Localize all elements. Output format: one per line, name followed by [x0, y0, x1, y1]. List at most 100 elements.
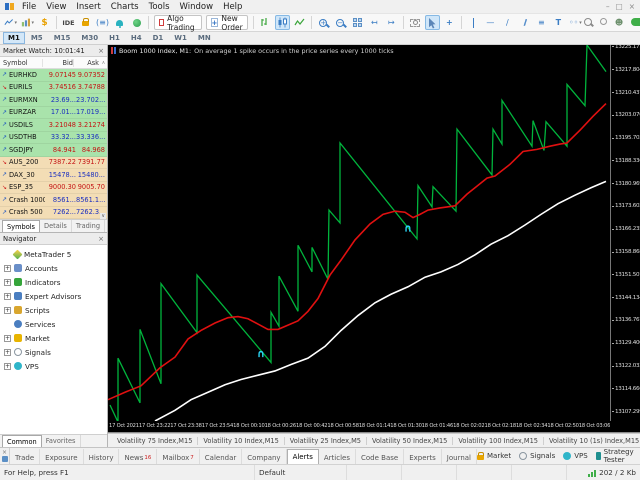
toolbox-tab[interactable]: Trade — [10, 449, 41, 464]
help-button[interactable] — [599, 18, 607, 27]
menu-item[interactable]: Window — [175, 2, 219, 12]
new-order-button[interactable]: + New Order — [205, 14, 248, 32]
market-watch-row[interactable]: ↗ EURZAR 17.01... 17.019... — [0, 106, 107, 119]
vertical-line-tool-button[interactable] — [466, 15, 481, 30]
expand-box-icon[interactable]: + — [4, 362, 11, 370]
toolbox-tab[interactable]: Code Base — [356, 449, 405, 464]
account-button[interactable]: ☻ — [615, 18, 623, 27]
window-control-icon[interactable]: □ — [616, 2, 623, 11]
toolbox-right-button[interactable]: Signals — [519, 452, 555, 460]
market-watch-tab[interactable]: Symbols — [2, 220, 40, 232]
window-control-icon[interactable]: – — [606, 2, 610, 11]
timeframe-button[interactable]: M30 — [76, 32, 103, 44]
market-watch-row[interactable]: ↗ Crash 1000 I... 8561... 8561.1... — [0, 194, 107, 207]
navigator-item[interactable]: + Scripts — [0, 303, 107, 317]
expand-box-icon[interactable]: + — [4, 306, 11, 314]
scroll-down-icon[interactable]: ∨ — [100, 213, 106, 219]
toolbox-right-button[interactable]: VPS — [563, 452, 588, 460]
expand-box-icon[interactable]: + — [4, 348, 11, 356]
close-icon[interactable]: × — [98, 47, 104, 55]
column-ask[interactable]: Ask — [73, 58, 100, 67]
market-watch-row[interactable]: ↘ AUS_200 7387.22 7391.77 — [0, 156, 107, 169]
connection-button[interactable]: (≡) — [95, 15, 110, 30]
line-chart-mode-button[interactable] — [292, 15, 307, 30]
market-lock-button[interactable] — [78, 15, 93, 30]
screenshot-button[interactable] — [408, 15, 423, 30]
horizontal-line-tool-button[interactable]: — — [483, 15, 498, 30]
expand-box-icon[interactable]: + — [4, 292, 11, 300]
market-watch-tab[interactable]: Trading — [72, 220, 106, 232]
close-icon[interactable]: × — [98, 235, 104, 243]
column-symbol[interactable]: Symbol — [0, 59, 42, 67]
column-bid[interactable]: Bid — [42, 58, 73, 67]
search-button[interactable] — [583, 17, 592, 28]
toolbox-tab[interactable]: Experts — [404, 449, 442, 464]
bar-chart-mode-button[interactable] — [258, 15, 273, 30]
navigator-item[interactable]: + Accounts — [0, 261, 107, 275]
status-profile[interactable]: Default — [254, 465, 346, 480]
time-axis[interactable]: 17 Oct 2021 17 Oct 23:22 17 Oct 23:38 17 Oc… — [108, 420, 610, 432]
scroll-up-icon[interactable]: ∧ — [100, 60, 107, 66]
menu-item[interactable]: File — [17, 2, 41, 12]
toolbox-tab[interactable]: Articles — [319, 449, 356, 464]
market-watch-row[interactable]: ↗ USDTHB 33.32... 33.336... — [0, 131, 107, 144]
connection-toggle[interactable] — [631, 17, 640, 28]
crosshair-tool-button[interactable]: + — [442, 15, 457, 30]
expand-box-icon[interactable]: + — [4, 264, 11, 272]
market-watch-row[interactable]: ↘ ESP_35 9000.30 9005.70 — [0, 181, 107, 194]
timeframe-button[interactable]: W1 — [169, 32, 192, 44]
timeframe-button[interactable]: MN — [193, 32, 216, 44]
navigator-item[interactable]: + VPS — [0, 359, 107, 373]
chart-plot-area[interactable]: Boom 1000 Index, M1: On average 1 spike … — [108, 44, 640, 433]
menu-item[interactable]: Insert — [71, 2, 105, 12]
market-watch-row[interactable]: ↗ EURMXN 23.69... 23.702... — [0, 94, 107, 107]
market-watch-row[interactable]: ↗ USDILS 3.21048 3.21274 — [0, 119, 107, 132]
navigator-item[interactable]: Services — [0, 317, 107, 331]
chart-tab[interactable]: Volatility 50 Index,M15 — [367, 436, 454, 445]
ide-button[interactable]: IDE — [61, 15, 76, 30]
community-button[interactable] — [129, 15, 144, 30]
expand-box-icon[interactable]: + — [4, 278, 11, 286]
chart-tab[interactable]: Volatility 100 Index,M15 — [453, 436, 544, 445]
price-axis[interactable]: 13225.1710 13217.8040 13210.4370 13203.0700… — [610, 44, 640, 421]
zoom-in-button[interactable]: + — [316, 15, 331, 30]
shapes-tool-button[interactable]: ◦◦ ▾ — [568, 15, 583, 30]
timeframe-button[interactable]: H4 — [126, 32, 147, 44]
chart-tab[interactable]: Volatility 25 Index,M5 — [285, 436, 367, 445]
zoom-out-button[interactable]: − — [333, 15, 348, 30]
toolbox-tab[interactable]: Company — [242, 449, 287, 464]
timeframe-button[interactable]: M15 — [49, 32, 76, 44]
alerts-button[interactable] — [112, 15, 127, 30]
menu-item[interactable]: Help — [218, 2, 247, 12]
window-control-icon[interactable]: × — [629, 2, 635, 11]
expand-box-icon[interactable]: + — [4, 334, 11, 342]
navigator-item[interactable]: + Signals — [0, 345, 107, 359]
shift-left-button[interactable]: ↤ — [367, 15, 382, 30]
toolbox-tab[interactable]: News 16 — [119, 449, 158, 464]
menu-item[interactable]: View — [41, 2, 71, 12]
channel-tool-button[interactable]: ∕∕ — [517, 15, 532, 30]
navigator-item[interactable]: + Indicators — [0, 275, 107, 289]
toolbox-tab[interactable]: Exposure — [40, 449, 84, 464]
toolbox-tab[interactable]: Calendar — [200, 449, 243, 464]
toolbox-right-button[interactable]: Market — [477, 451, 511, 460]
chart-profile-button[interactable]: ▾ — [3, 15, 18, 30]
market-watch-columns[interactable]: Symbol Bid Ask ∧ — [0, 57, 107, 69]
chart-tab[interactable]: Volatility 10 (1s) Index,M15 — [544, 437, 640, 445]
navigator-tab[interactable]: Favorites — [42, 435, 81, 447]
chart-tab[interactable]: Volatility 75 Index,M15 — [112, 436, 199, 445]
algo-trading-button[interactable]: Algo Trading — [154, 14, 202, 32]
timeframe-button[interactable]: D1 — [148, 32, 169, 44]
market-watch-row[interactable]: ↘ EURILS 3.74516 3.74788 — [0, 81, 107, 94]
market-watch-row[interactable]: ↗ DAX_30 15478... 15480... — [0, 169, 107, 182]
currency-button[interactable]: $ — [37, 15, 52, 30]
navigator-tab[interactable]: Common — [2, 435, 42, 447]
cursor-tool-button[interactable] — [424, 15, 440, 30]
menu-item[interactable]: Tools — [144, 2, 175, 12]
navigator-header[interactable]: Navigator × — [0, 233, 107, 245]
toolbox-tab[interactable]: Mailbox 7 — [157, 449, 200, 464]
navigator-item[interactable]: MetaTrader 5 — [0, 247, 107, 261]
toolbox-tab[interactable]: Alerts — [286, 449, 319, 464]
indicator-button[interactable]: ▾ — [20, 15, 35, 30]
plot-svg[interactable]: ∩∩ — [108, 45, 610, 421]
